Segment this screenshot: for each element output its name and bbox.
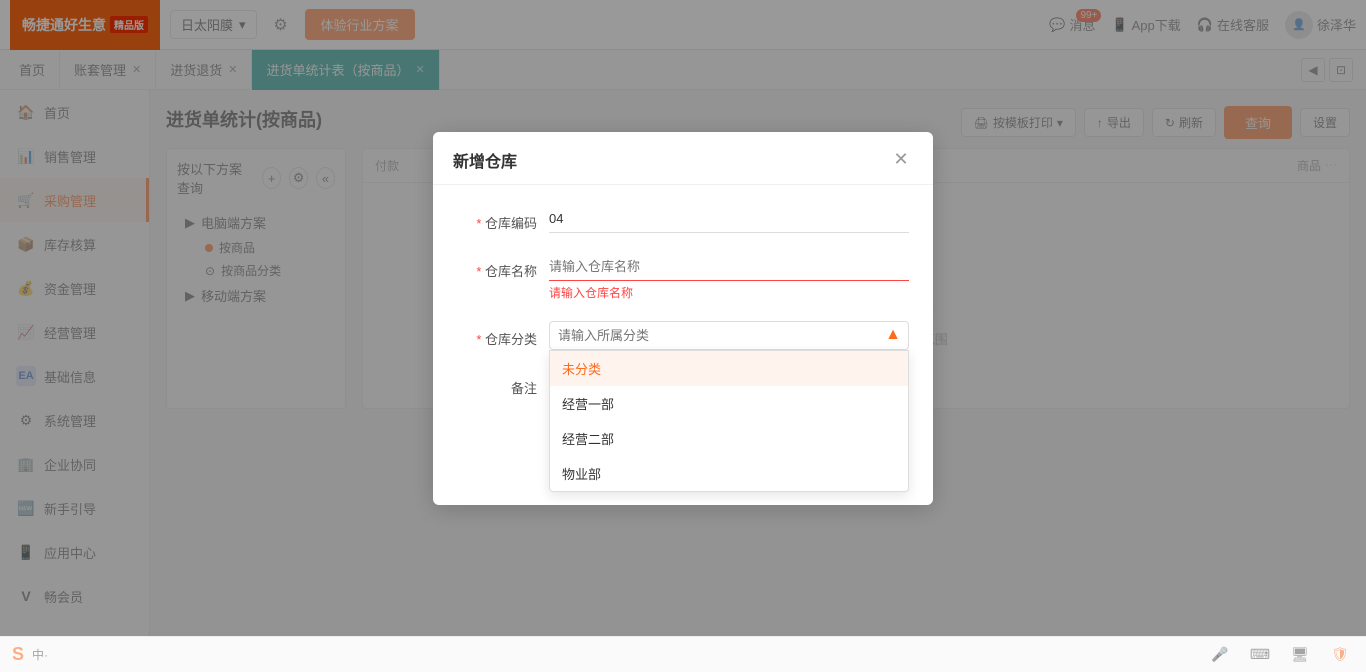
bottom-text: 中·: [32, 646, 48, 663]
dropdown-item-uncategorized[interactable]: 未分类: [550, 351, 908, 386]
form-row-category: 仓库分类 ▲ 未分类 经营一部 经营二部 物业部: [457, 321, 909, 350]
bottom-logo: S: [12, 644, 24, 665]
category-label: 仓库分类: [457, 321, 537, 348]
dialog-header: 新增仓库 ✕: [433, 132, 933, 185]
content-area: 进货单统计(按商品) 🖨 按模板打印 ▾ ↑ 导出 ↻ 刷新 查询 设置: [150, 90, 1366, 636]
code-input[interactable]: [549, 205, 909, 233]
dropdown-item-dept3[interactable]: 物业部: [550, 456, 908, 491]
dropdown-item-dept1[interactable]: 经营一部: [550, 386, 908, 421]
remark-label: 备注: [457, 370, 537, 397]
main-layout: 🏠 首页 📊 销售管理 🛒 采购管理 📦 库存核算 💰 资金管理 📈 经营管理 …: [0, 90, 1366, 636]
bottom-left: S 中·: [12, 644, 48, 665]
footer-icons: 🎤 ⌨ 🖥 🛡: [1206, 641, 1354, 669]
code-label: 仓库编码: [457, 205, 537, 232]
name-input-wrap: 请输入仓库名称: [549, 253, 909, 301]
new-warehouse-dialog: 新增仓库 ✕ 仓库编码: [433, 132, 933, 505]
category-dropdown: 未分类 经营一部 经营二部 物业部: [549, 350, 909, 492]
category-input[interactable]: [549, 321, 909, 350]
name-label: 仓库名称: [457, 253, 537, 280]
dropdown-item-dept2[interactable]: 经营二部: [550, 421, 908, 456]
mic-icon[interactable]: 🎤: [1206, 641, 1234, 669]
display-icon[interactable]: 🖥: [1286, 641, 1314, 669]
name-error: 请输入仓库名称: [549, 284, 909, 301]
form-row-name: 仓库名称 请输入仓库名称: [457, 253, 909, 301]
name-input[interactable]: [549, 253, 909, 281]
code-input-wrap: [549, 205, 909, 233]
keyboard-icon[interactable]: ⌨: [1246, 641, 1274, 669]
dialog-close-btn[interactable]: ✕: [889, 148, 913, 172]
category-input-wrap: ▲ 未分类 经营一部 经营二部 物业部: [549, 321, 909, 350]
dialog-title: 新增仓库: [453, 148, 517, 172]
dialog-body: 仓库编码 仓库名称 请输入仓库名称: [433, 185, 933, 438]
shield-icon[interactable]: 🛡: [1326, 641, 1354, 669]
bottom-bar: S 中· 🎤 ⌨ 🖥 🛡: [0, 636, 1366, 672]
form-row-code: 仓库编码: [457, 205, 909, 233]
chevron-up-icon[interactable]: ▲: [885, 326, 901, 344]
dialog-overlay: 新增仓库 ✕ 仓库编码: [150, 90, 1366, 636]
